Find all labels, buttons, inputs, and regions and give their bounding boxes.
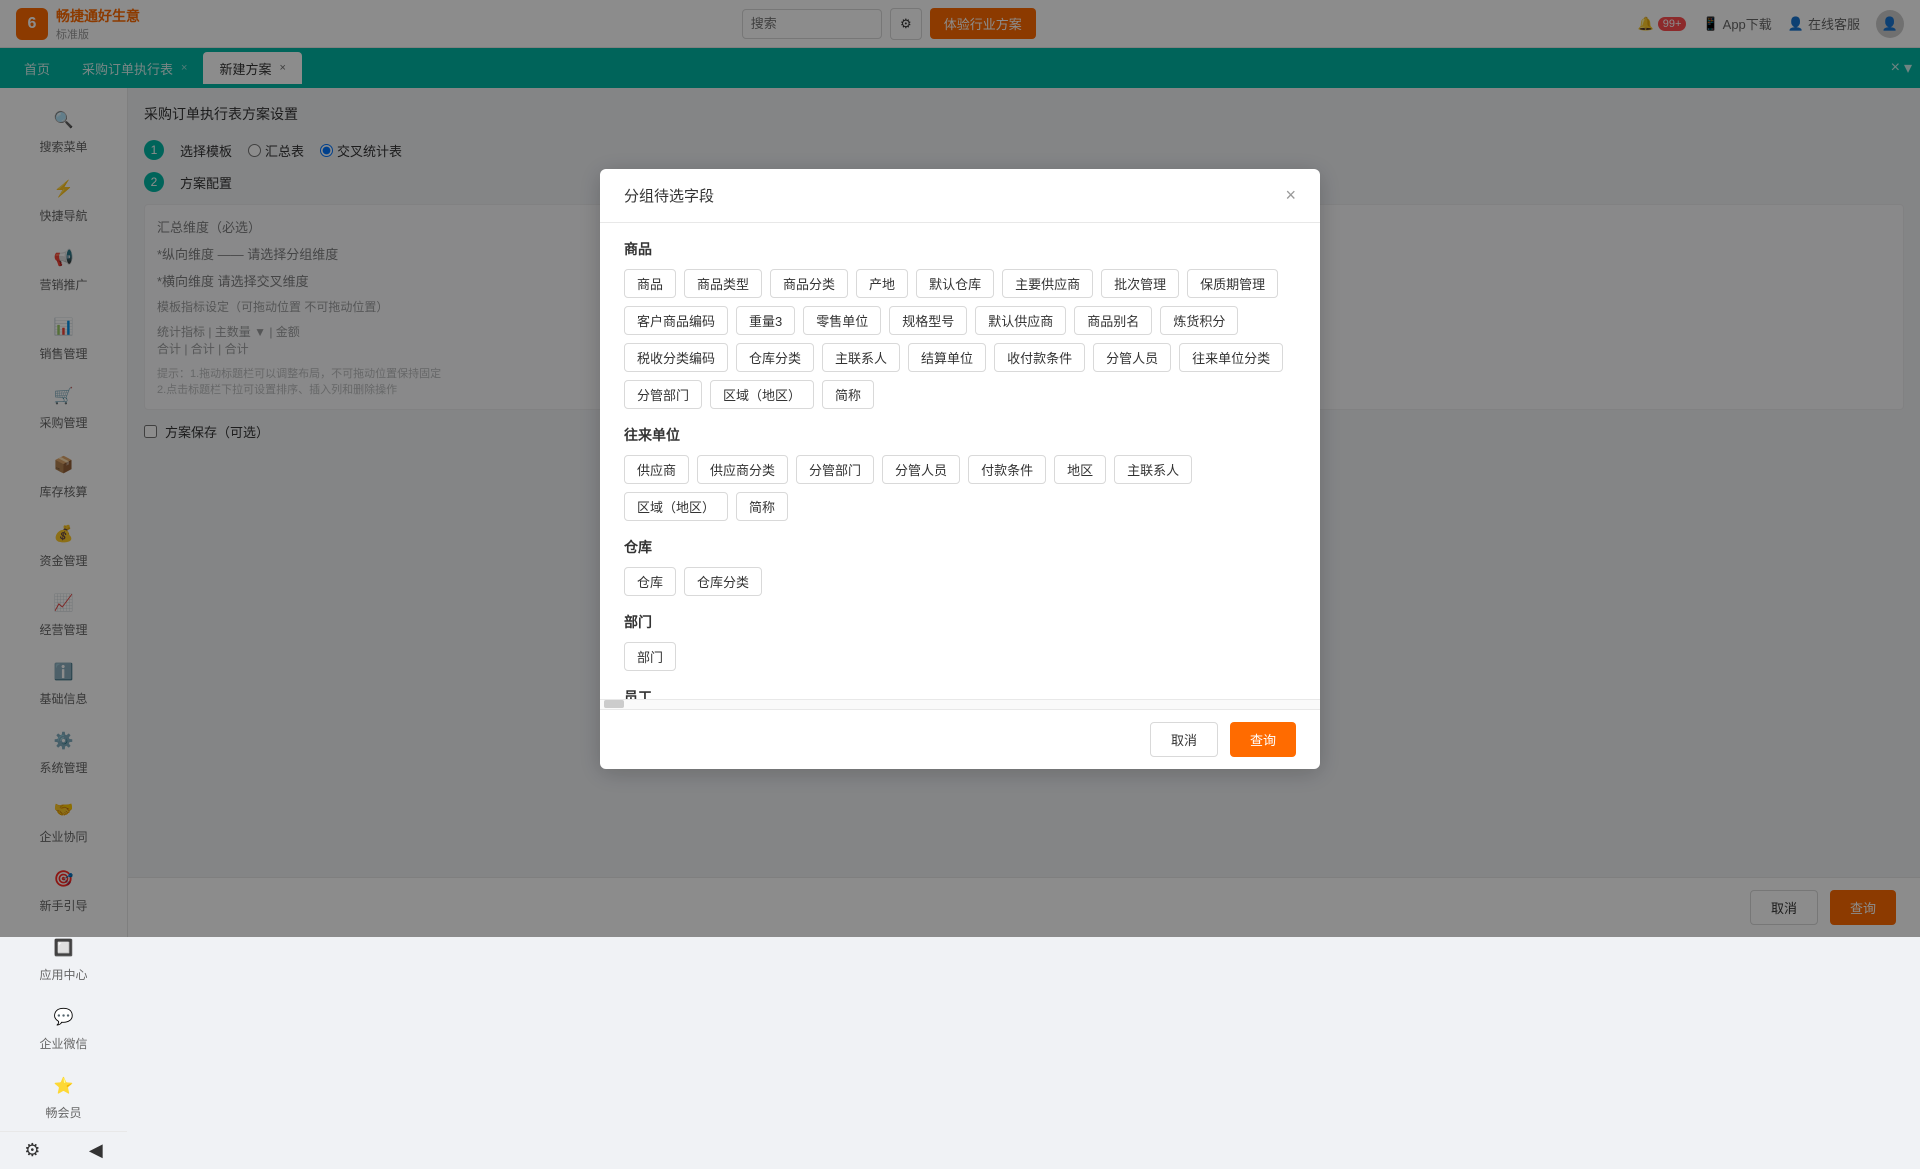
modal-confirm-button[interactable]: 查询 (1230, 722, 1296, 757)
field-tags-goods: 商品商品类型商品分类产地默认仓库主要供应商批次管理保质期管理客户商品编码重量3 零… (624, 269, 1296, 409)
section-title-counterparty: 往来单位 (624, 425, 1296, 445)
modal-title: 分组待选字段 (624, 185, 714, 206)
section-department: 部门部门 (624, 612, 1296, 671)
field-tag[interactable]: 分管人员 (882, 455, 960, 484)
field-tag[interactable]: 付款条件 (968, 455, 1046, 484)
member-icon: ⭐ (50, 1072, 78, 1100)
field-tag[interactable]: 客户商品编码 (624, 306, 728, 335)
field-tag[interactable]: 炼货积分 (1160, 306, 1238, 335)
section-title-department: 部门 (624, 612, 1296, 632)
field-tag[interactable]: 仓库分类 (684, 567, 762, 596)
field-tag[interactable]: 分管部门 (624, 380, 702, 409)
sidebar-item-wecom[interactable]: 💬 企业微信 (0, 993, 127, 1062)
section-warehouse: 仓库仓库仓库分类 (624, 537, 1296, 596)
field-tag[interactable]: 商品别名 (1074, 306, 1152, 335)
modal-cancel-button[interactable]: 取消 (1150, 722, 1218, 757)
field-tag[interactable]: 主联系人 (822, 343, 900, 372)
apps-icon: 🔲 (50, 934, 78, 962)
field-tag[interactable]: 结算单位 (908, 343, 986, 372)
field-tag[interactable]: 默认仓库 (916, 269, 994, 298)
field-tag[interactable]: 区域（地区） (624, 492, 728, 521)
field-select-modal: 分组待选字段 × 商品商品商品类型商品分类产地默认仓库主要供应商批次管理保质期管… (600, 169, 1320, 769)
field-tag[interactable]: 产地 (856, 269, 908, 298)
section-title-employee: 员工 (624, 687, 1296, 700)
sidebar-bottom: ⚙ ◀ (0, 1131, 127, 1169)
section-goods: 商品商品商品类型商品分类产地默认仓库主要供应商批次管理保质期管理客户商品编码重量… (624, 239, 1296, 409)
field-tag[interactable]: 简称 (822, 380, 874, 409)
field-tag[interactable]: 区域（地区） (710, 380, 814, 409)
modal-header: 分组待选字段 × (600, 169, 1320, 223)
wecom-icon: 💬 (50, 1003, 78, 1031)
section-title-warehouse: 仓库 (624, 537, 1296, 557)
field-tag[interactable]: 批次管理 (1101, 269, 1179, 298)
field-tag[interactable]: 仓库 (624, 567, 676, 596)
field-tag[interactable]: 重量3 (736, 306, 795, 335)
modal-overlay: 分组待选字段 × 商品商品商品类型商品分类产地默认仓库主要供应商批次管理保质期管… (0, 0, 1920, 937)
modal-close-button[interactable]: × (1285, 185, 1296, 206)
field-tag[interactable]: 供应商 (624, 455, 689, 484)
field-tag[interactable]: 零售单位 (803, 306, 881, 335)
field-tags-counterparty: 供应商供应商分类分管部门分管人员付款条件地区主联系人区域（地区） 简称 (624, 455, 1296, 521)
field-tag[interactable]: 地区 (1054, 455, 1106, 484)
field-tag[interactable]: 供应商分类 (697, 455, 788, 484)
field-tag[interactable]: 部门 (624, 642, 676, 671)
field-tag[interactable]: 仓库分类 (736, 343, 814, 372)
field-tag[interactable]: 默认供应商 (975, 306, 1066, 335)
hscroll-thumb (604, 700, 624, 708)
section-employee: 员工业务员 (624, 687, 1296, 700)
sidebar-settings-icon[interactable]: ⚙ (24, 1140, 40, 1161)
field-tag[interactable]: 简称 (736, 492, 788, 521)
field-tag[interactable]: 规格型号 (889, 306, 967, 335)
section-counterparty: 往来单位供应商供应商分类分管部门分管人员付款条件地区主联系人区域（地区） 简称 (624, 425, 1296, 521)
field-tag[interactable]: 税收分类编码 (624, 343, 728, 372)
sidebar-collapse-icon[interactable]: ◀ (89, 1140, 103, 1161)
field-tag[interactable]: 商品分类 (770, 269, 848, 298)
modal-footer: 取消 查询 (600, 709, 1320, 769)
field-tag[interactable]: 主要供应商 (1002, 269, 1093, 298)
field-tag[interactable]: 商品 (624, 269, 676, 298)
field-tag[interactable]: 往来单位分类 (1179, 343, 1283, 372)
field-tag[interactable]: 主联系人 (1114, 455, 1192, 484)
field-tag[interactable]: 保质期管理 (1187, 269, 1278, 298)
modal-hscroll (600, 699, 1320, 708)
field-tag[interactable]: 分管部门 (796, 455, 874, 484)
field-tags-department: 部门 (624, 642, 1296, 671)
section-title-goods: 商品 (624, 239, 1296, 259)
field-tag[interactable]: 分管人员 (1093, 343, 1171, 372)
field-tag[interactable]: 商品类型 (684, 269, 762, 298)
field-tag[interactable]: 收付款条件 (994, 343, 1085, 372)
modal-body: 商品商品商品类型商品分类产地默认仓库主要供应商批次管理保质期管理客户商品编码重量… (600, 223, 1320, 700)
sidebar-item-member[interactable]: ⭐ 畅会员 (0, 1062, 127, 1131)
field-tags-warehouse: 仓库仓库分类 (624, 567, 1296, 596)
